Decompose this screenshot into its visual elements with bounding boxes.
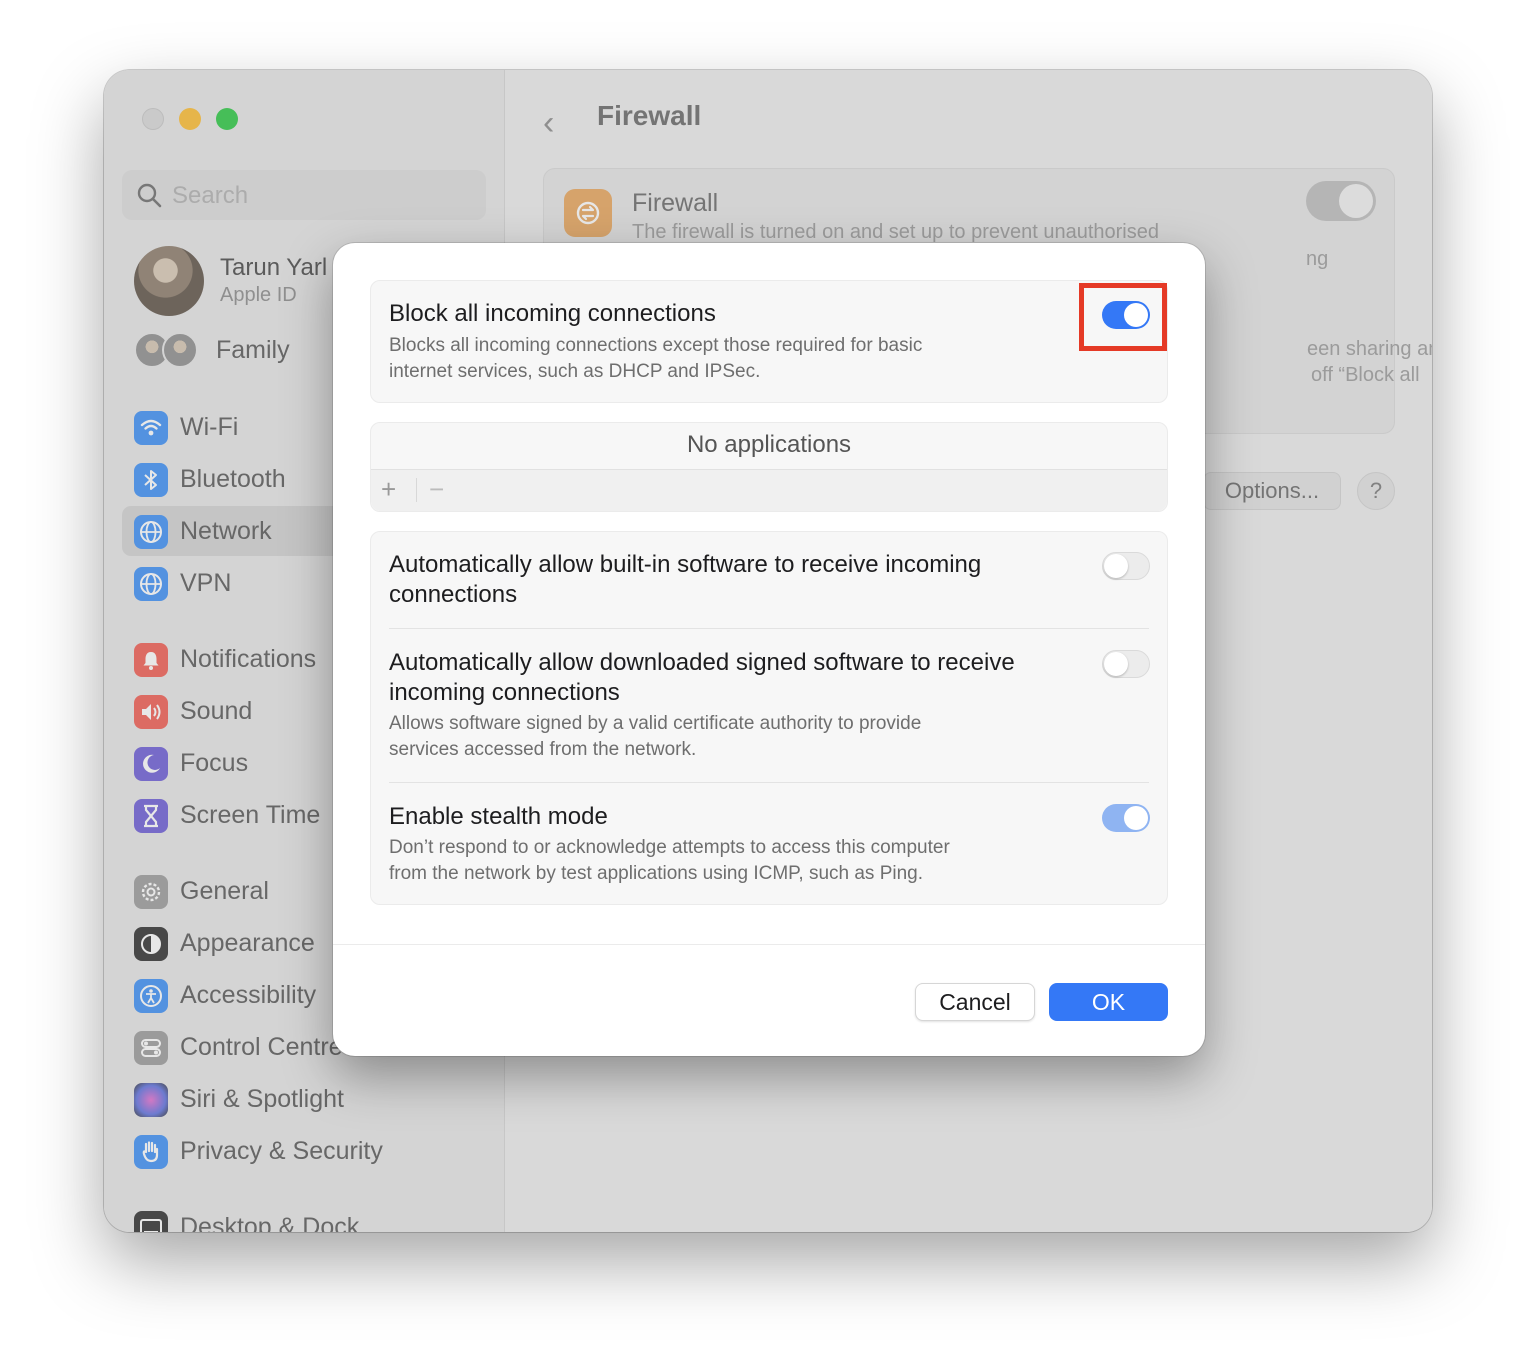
block-all-description: Blocks all incoming connections except t… [389,335,923,356]
divider [389,782,1149,783]
applications-toolbar: + − [371,469,1167,511]
auto-builtin-toggle[interactable] [1102,552,1150,580]
auto-builtin-title: connections [389,581,518,608]
auto-signed-description: Allows software signed by a valid certif… [389,713,922,734]
block-all-group: Block all incoming connections Blocks al… [370,280,1168,403]
toolbar-divider [416,478,417,502]
auto-signed-title: incoming connections [389,679,620,706]
stealth-mode-description: Don’t respond to or acknowledge attempts… [389,837,950,858]
options-group: Automatically allow built-in software to… [370,531,1168,905]
auto-signed-description: services accessed from the network. [389,739,697,760]
divider [389,628,1149,629]
highlight-annotation [1079,283,1167,351]
footer-divider [333,944,1205,945]
no-applications-text: No applications [686,431,852,458]
block-all-title: Block all incoming connections [389,300,716,327]
cancel-button[interactable]: Cancel [915,983,1035,1021]
block-all-description: internet services, such as DHCP and IPSe… [389,361,761,382]
stealth-mode-description: from the network by test applications us… [389,863,924,884]
firewall-options-dialog: Block all incoming connections Blocks al… [333,243,1205,1056]
add-application-button[interactable]: + [381,474,396,505]
applications-list: No applications + − [370,422,1168,512]
auto-signed-title: Automatically allow downloaded signed so… [389,649,1015,676]
auto-builtin-title: Automatically allow built-in software to… [389,551,982,578]
auto-signed-toggle[interactable] [1102,650,1150,678]
stealth-mode-toggle[interactable] [1102,804,1150,832]
ok-button[interactable]: OK [1049,983,1168,1021]
remove-application-button[interactable]: − [429,474,444,505]
stealth-mode-title: Enable stealth mode [389,803,608,830]
